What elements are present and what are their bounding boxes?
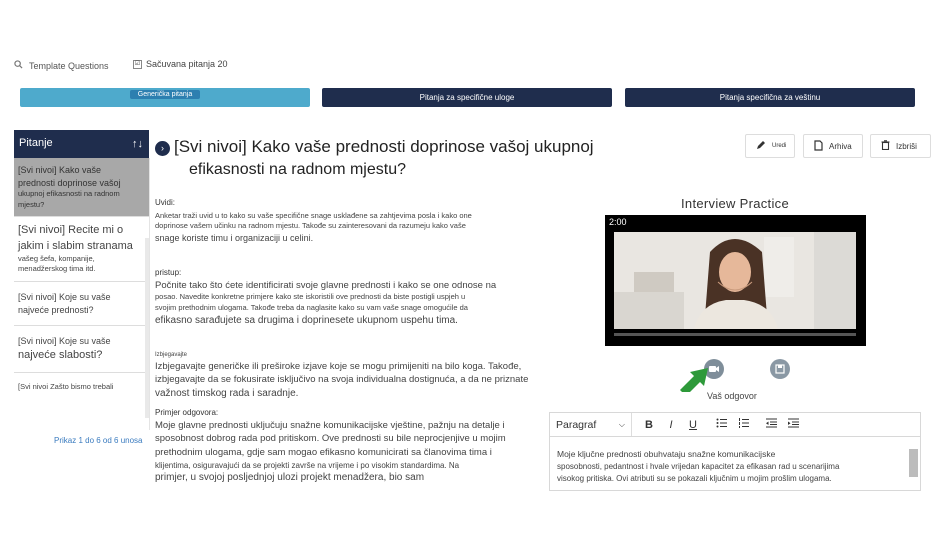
- numbered-list-icon[interactable]: [732, 418, 754, 431]
- example-label: Primjer odgovora:: [155, 408, 219, 417]
- template-questions-label: Template Questions: [29, 60, 109, 71]
- list-item[interactable]: [Svi nivoi] Koje su vaše najveće slabost…: [14, 326, 149, 374]
- insights-label: Uvidi:: [155, 198, 176, 207]
- archive-button[interactable]: Arhiva: [803, 134, 863, 158]
- chevron-down-icon: ⌵: [618, 419, 625, 429]
- video-frame: [614, 232, 856, 329]
- answer-editor[interactable]: Moje ključne prednosti obuhvataju snažne…: [549, 437, 921, 491]
- italic-button[interactable]: I: [660, 419, 682, 431]
- tab-generic-label: Generička pitanja: [129, 90, 201, 99]
- list-item[interactable]: [Svi nivoi] Kako vaše prednosti doprinos…: [14, 158, 149, 218]
- answer-text: Moje ključne prednosti obuhvataju snažne…: [557, 449, 840, 483]
- document-icon: [814, 139, 823, 153]
- bold-button[interactable]: B: [638, 419, 660, 431]
- video-timer: 2:00: [609, 217, 627, 227]
- approach-label: pristup:: [155, 268, 182, 277]
- answer-label: Vaš odgovor: [707, 391, 757, 401]
- save-icon: [770, 364, 790, 383]
- avoid-label: Izbjegavajte: [155, 352, 188, 358]
- saved-questions-label: Sačuvana pitanja 20: [146, 59, 228, 69]
- chevron-right-icon[interactable]: ›: [155, 141, 170, 156]
- edit-button[interactable]: Uredi: [745, 134, 795, 158]
- question-list-header[interactable]: Pitanje ↑↓: [14, 130, 149, 158]
- trash-icon: [881, 140, 890, 152]
- template-questions[interactable]: Template Questions: [14, 60, 109, 71]
- saved-checkbox[interactable]: ☑: [133, 59, 142, 69]
- underline-button[interactable]: U: [682, 419, 704, 431]
- outdent-icon[interactable]: [760, 418, 782, 431]
- editor-toolbar: Paragraf ⌵ B I U: [549, 412, 921, 437]
- question-list-title: Pitanje: [19, 137, 53, 149]
- indent-icon[interactable]: [782, 418, 804, 431]
- list-pager: Prikaz 1 do 6 od 6 unosa: [54, 436, 143, 445]
- example-section: Primjer odgovora: Moje glavne prednosti …: [155, 407, 530, 486]
- tab-role[interactable]: Pitanja za specifične uloge: [322, 88, 612, 107]
- insights-section: Uvidi: Anketar traži uvid u to kako su v…: [155, 197, 530, 245]
- list-item[interactable]: [Svi nivoi] Recite mi o jakim i slabim s…: [14, 217, 149, 282]
- list-item[interactable]: [Svi nivoi Zašto bismo trebali: [14, 373, 149, 402]
- bullet-list-icon[interactable]: [710, 418, 732, 431]
- saved-questions[interactable]: ☑ Sačuvana pitanja 20: [133, 59, 228, 69]
- pencil-icon: [756, 140, 766, 152]
- sort-icon[interactable]: ↑↓: [132, 138, 143, 150]
- interview-practice-title: Interview Practice: [681, 196, 789, 211]
- tab-skill[interactable]: Pitanja specifična za veštinu: [625, 88, 915, 107]
- paragraph-select[interactable]: Paragraf ⌵: [550, 413, 632, 436]
- approach-section: pristup: Počnite tako što ćete identific…: [155, 267, 530, 329]
- avoid-section: Izbjegavajte Izbjegavajte generičke ili …: [155, 352, 529, 400]
- question-list: [Svi nivoi] Kako vaše prednosti doprinos…: [14, 158, 150, 430]
- question-title: [Svi nivoi] Kako vaše prednosti doprinos…: [174, 137, 594, 178]
- save-recording-button[interactable]: [770, 359, 790, 379]
- search-icon: [14, 60, 23, 71]
- editor-scrollbar[interactable]: [909, 449, 918, 477]
- delete-button[interactable]: Izbriši: [870, 134, 931, 158]
- list-item[interactable]: [Svi nivoi] Koje su vaše najveće prednos…: [14, 282, 149, 327]
- video-progress-bar[interactable]: [614, 333, 856, 336]
- tab-generic[interactable]: Generička pitanja: [20, 88, 310, 107]
- list-scrollbar[interactable]: [145, 238, 149, 418]
